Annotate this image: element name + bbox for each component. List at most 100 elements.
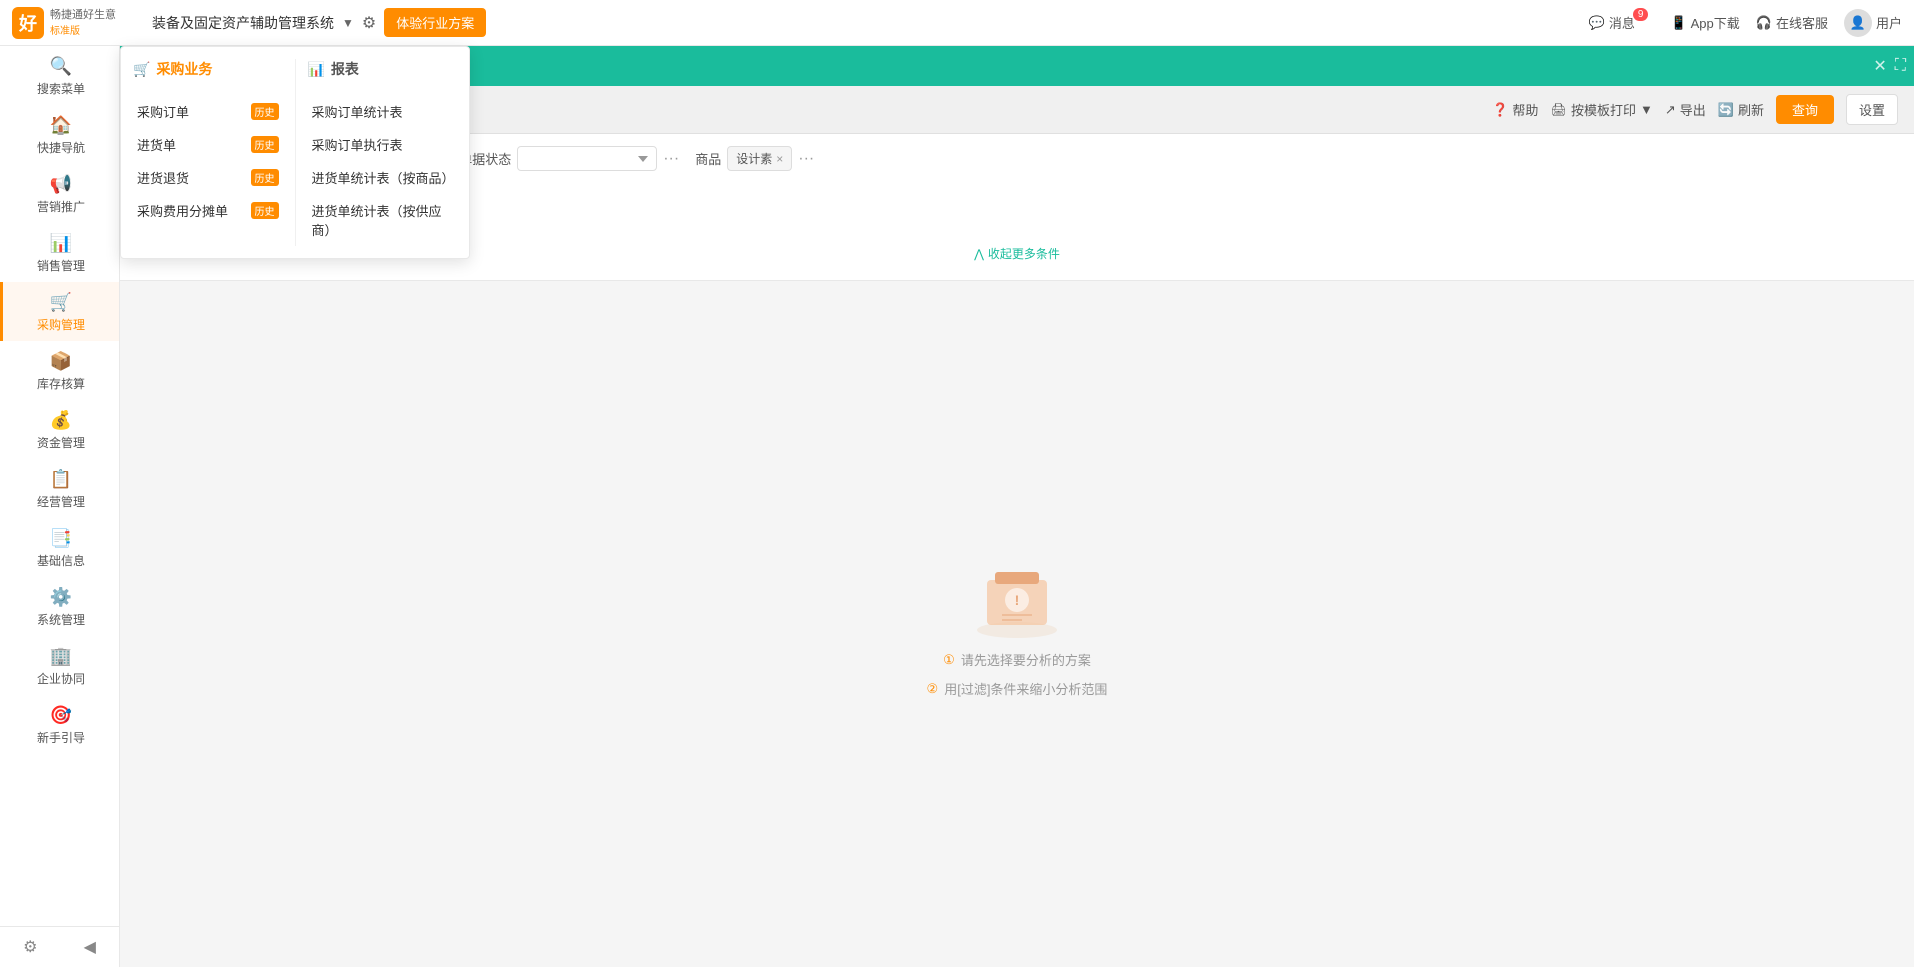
sidebar-settings-btn[interactable]: ⚙: [23, 937, 37, 957]
user-btn[interactable]: 👤 用户: [1844, 9, 1902, 37]
dropdown-item-inbound-return[interactable]: 进货退货 历史: [133, 161, 283, 194]
dropdown-item-purchase-order-stats[interactable]: 采购订单统计表: [308, 95, 458, 128]
empty-illustration: !: [967, 550, 1067, 640]
empty-hint-2: ② 用[过滤]条件来缩小分析范围: [927, 679, 1108, 698]
order-status-select[interactable]: [517, 146, 657, 171]
top-header: 好 畅捷通好生意 标准版 装备及固定资产辅助管理系统 ▼ ⚙ 体验行业方案 💬 …: [0, 0, 1914, 46]
sidebar-item-search[interactable]: 🔍 搜索菜单: [0, 46, 119, 105]
refresh-btn[interactable]: 🔄 刷新: [1718, 100, 1764, 119]
sidebar-item-guide[interactable]: 🎯 新手引导: [0, 695, 119, 754]
search-icon: 🔍: [50, 56, 72, 77]
header-center: 装备及固定资产辅助管理系统 ▼ ⚙ 体验行业方案: [132, 8, 1589, 37]
print-label: 按模板打印: [1571, 100, 1636, 119]
header-right: 💬 消息 9 📱 App下载 🎧 在线客服 👤 用户: [1589, 9, 1902, 37]
sidebar-collapse-btn[interactable]: ◀: [84, 937, 96, 957]
print-dropdown-icon: ▼: [1640, 102, 1653, 117]
goods-tag-close-btn[interactable]: ×: [776, 152, 783, 166]
dropdown-item-inbound-stats-supplier[interactable]: 进货单统计表（按供应商）: [308, 194, 458, 246]
filter-goods: 商品 设计素 × ···: [695, 146, 814, 171]
order-status-more-btn[interactable]: ···: [663, 150, 679, 168]
logo-badge: 标准版: [50, 22, 116, 37]
history-badge-purchase-order: 历史: [251, 103, 279, 120]
svg-text:!: !: [1015, 592, 1020, 608]
sidebar-label-quick-nav: 快捷导航: [37, 139, 85, 156]
sidebar-item-enterprise[interactable]: 🏢 企业协同: [0, 636, 119, 695]
sidebar-label-guide: 新手引导: [37, 729, 85, 746]
print-btn[interactable]: 🖨 按模板打印 ▼: [1550, 100, 1652, 119]
refresh-label: 刷新: [1738, 100, 1764, 119]
sidebar-item-finance[interactable]: 💰 资金管理: [0, 400, 119, 459]
help-btn[interactable]: ❓ 帮助: [1492, 100, 1538, 119]
sidebar-item-inventory[interactable]: 📦 库存核算: [0, 341, 119, 400]
online-service-btn[interactable]: 🎧 在线客服: [1756, 13, 1828, 32]
dropdown-item-purchase-expense[interactable]: 采购费用分摊单 历史: [133, 194, 283, 227]
sidebar-item-marketing[interactable]: 📢 营销推广: [0, 164, 119, 223]
collapse-filter-btn[interactable]: ⋀ 收起更多条件: [974, 245, 1060, 262]
sales-icon: 📊: [50, 233, 72, 254]
sidebar-label-enterprise: 企业协同: [37, 670, 85, 687]
empty-state: ! ① 请先选择要分析的方案 ② 用[过滤]条件来缩小分析范围: [120, 281, 1914, 967]
settings-btn[interactable]: 设置: [1846, 94, 1898, 125]
purchase-col-label: 采购业务: [156, 59, 212, 79]
app-download-label: App下载: [1691, 13, 1740, 32]
headset-icon: 🎧: [1756, 15, 1772, 31]
hint2-num: ②: [927, 681, 939, 697]
history-badge-purchase-expense: 历史: [251, 202, 279, 219]
avatar: 👤: [1844, 9, 1872, 37]
dropdown-item-inbound[interactable]: 进货单 历史: [133, 128, 283, 161]
sidebar-label-finance: 资金管理: [37, 434, 85, 451]
export-btn[interactable]: ↗ 导出: [1665, 100, 1706, 119]
dropdown-purchase-title: 🛒 采购业务: [133, 59, 283, 85]
dropdown-overlay: 🛒 采购业务 采购订单 历史 进货单 历史 进货退货 历史 采购费用分摊单 历史: [120, 46, 470, 259]
message-badge: 9: [1633, 8, 1649, 21]
sidebar-label-purchase: 采购管理: [37, 316, 85, 333]
app-download-btn[interactable]: 📱 App下载: [1670, 13, 1739, 32]
logo-title: 畅捷通好生意: [50, 8, 116, 22]
sidebar-label-inventory: 库存核算: [37, 375, 85, 392]
sidebar-item-sales[interactable]: 📊 销售管理: [0, 223, 119, 282]
goods-more-btn[interactable]: ···: [798, 150, 814, 168]
sidebar-item-purchase[interactable]: 🛒 采购管理: [0, 282, 119, 341]
gear-icon[interactable]: ⚙: [362, 13, 376, 33]
system-icon: ⚙️: [50, 587, 72, 608]
reports-col-icon: 📊: [308, 61, 325, 78]
basic-info-icon: 📑: [50, 528, 72, 549]
collapse-label: 收起更多条件: [988, 245, 1060, 262]
message-btn[interactable]: 💬 消息 9: [1589, 13, 1655, 32]
marketing-icon: 📢: [50, 174, 72, 195]
dropdown-reports-title: 📊 报表: [308, 59, 458, 85]
dropdown-item-purchase-order[interactable]: 采购订单 历史: [133, 95, 283, 128]
system-dropdown-btn[interactable]: ▼: [342, 16, 354, 30]
export-icon: ↗: [1665, 102, 1676, 118]
sidebar-item-basic-info[interactable]: 📑 基础信息: [0, 518, 119, 577]
online-service-label: 在线客服: [1776, 13, 1828, 32]
history-badge-inbound-return: 历史: [251, 169, 279, 186]
user-label: 用户: [1876, 13, 1902, 32]
logo-icon: 好: [12, 7, 44, 39]
sidebar-item-operations[interactable]: 📋 经营管理: [0, 459, 119, 518]
print-icon: 🖨: [1550, 102, 1567, 118]
industry-btn[interactable]: 体验行业方案: [384, 8, 486, 37]
sidebar-item-system[interactable]: ⚙️ 系统管理: [0, 577, 119, 636]
tab-close-all-btn[interactable]: ✕: [1873, 56, 1886, 76]
filter-order-status: 单据状态 ···: [459, 146, 679, 171]
query-btn[interactable]: 查询: [1776, 95, 1834, 124]
sidebar-label-basic-info: 基础信息: [37, 552, 85, 569]
dropdown-item-purchase-order-exec[interactable]: 采购订单执行表: [308, 128, 458, 161]
hint2-text: 用[过滤]条件来缩小分析范围: [944, 679, 1107, 698]
sidebar-item-quick-nav[interactable]: 🏠 快捷导航: [0, 105, 119, 164]
guide-icon: 🎯: [50, 705, 72, 726]
history-badge-inbound: 历史: [251, 136, 279, 153]
help-icon: ❓: [1492, 102, 1508, 118]
collapse-icon: ⋀: [974, 247, 984, 261]
dropdown-menu: 🛒 采购业务 采购订单 历史 进货单 历史 进货退货 历史 采购费用分摊单 历史: [120, 46, 470, 259]
sidebar-label-sales: 销售管理: [37, 257, 85, 274]
dropdown-item-inbound-stats-goods[interactable]: 进货单统计表（按商品）: [308, 161, 458, 194]
operations-icon: 📋: [50, 469, 72, 490]
tab-maximize-btn[interactable]: ⛶: [1895, 56, 1906, 76]
reports-col-label: 报表: [331, 59, 359, 79]
dropdown-reports-col: 📊 报表 采购订单统计表 采购订单执行表 进货单统计表（按商品） 进货单统计表（…: [295, 59, 470, 246]
hint1-text: 请先选择要分析的方案: [961, 650, 1091, 669]
goods-tag: 设计素 ×: [727, 146, 792, 171]
sidebar-label-marketing: 营销推广: [37, 198, 85, 215]
